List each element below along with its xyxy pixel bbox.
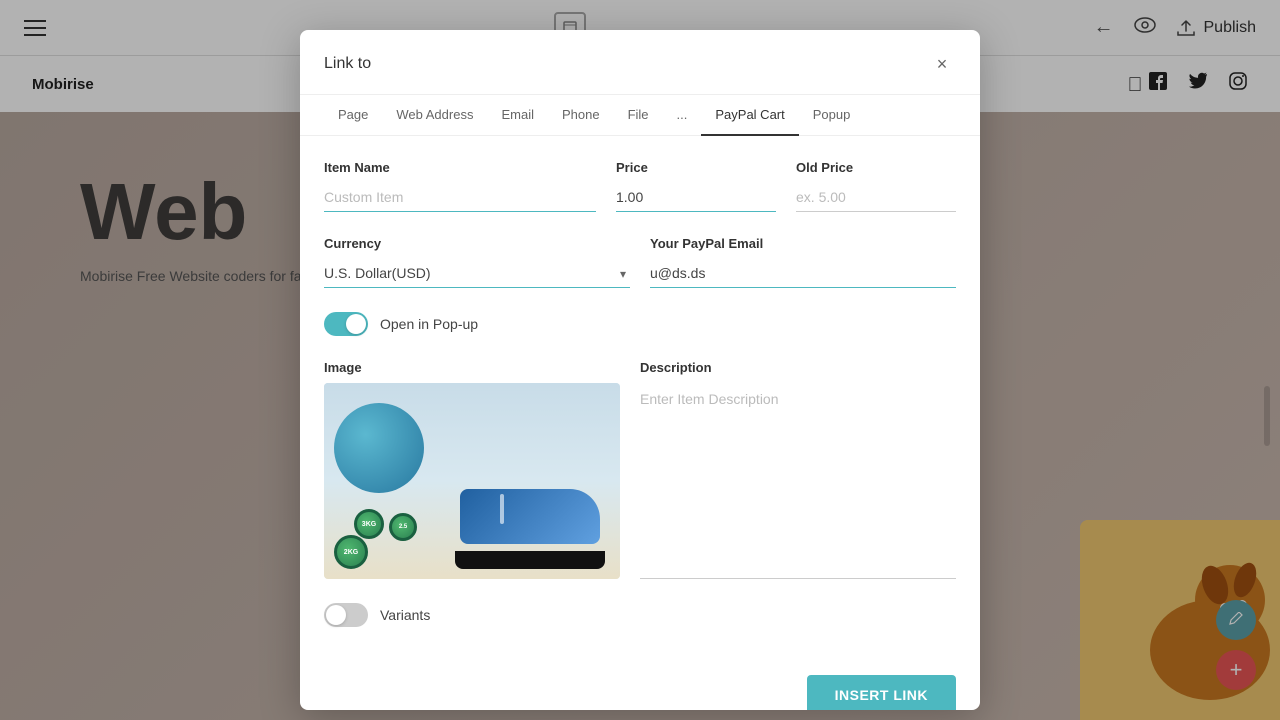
item-name-label: Item Name <box>324 160 596 175</box>
insert-link-button[interactable]: INSERT LINK <box>807 675 956 710</box>
modal-close-button[interactable]: × <box>928 50 956 78</box>
variants-label: Variants <box>380 607 430 623</box>
tab-page[interactable]: Page <box>324 95 382 136</box>
currency-group: Currency U.S. Dollar(USD) Euro(EUR) Brit… <box>324 236 630 288</box>
price-input[interactable] <box>616 183 776 212</box>
tab-email[interactable]: Email <box>487 95 548 136</box>
open-popup-toggle[interactable] <box>324 312 368 336</box>
price-group: Price <box>616 160 776 212</box>
tab-more[interactable]: ... <box>663 95 702 136</box>
form-row-1: Item Name Price Old Price <box>324 160 956 212</box>
description-section: Description <box>640 360 956 579</box>
description-textarea[interactable] <box>640 383 956 579</box>
modal-overlay: Link to × Page Web Address Email Phone F… <box>0 0 1280 720</box>
tab-web-address[interactable]: Web Address <box>382 95 487 136</box>
form-row-2: Currency U.S. Dollar(USD) Euro(EUR) Brit… <box>324 236 956 288</box>
link-to-modal: Link to × Page Web Address Email Phone F… <box>300 30 980 710</box>
tab-popup[interactable]: Popup <box>799 95 865 136</box>
tab-paypal-cart[interactable]: PayPal Cart <box>701 95 798 136</box>
paypal-email-input[interactable] <box>650 259 956 288</box>
variants-row: Variants <box>324 603 956 627</box>
close-icon: × <box>937 54 948 75</box>
old-price-input[interactable] <box>796 183 956 212</box>
weight-3kg: 3KG <box>354 509 384 539</box>
exercise-ball <box>334 403 424 493</box>
modal-footer: INSERT LINK <box>300 659 980 710</box>
item-name-group: Item Name <box>324 160 596 212</box>
modal-body: Item Name Price Old Price Currency <box>300 136 980 659</box>
modal-title: Link to <box>324 55 371 73</box>
image-desc-row: Image 3KG 2.5 2KG <box>324 360 956 579</box>
tab-phone[interactable]: Phone <box>548 95 614 136</box>
weight-bottom: 2KG <box>334 535 368 569</box>
paypal-email-label: Your PayPal Email <box>650 236 956 251</box>
tab-file[interactable]: File <box>614 95 663 136</box>
old-price-label: Old Price <box>796 160 956 175</box>
item-name-input[interactable] <box>324 183 596 212</box>
old-price-group: Old Price <box>796 160 956 212</box>
image-section: Image 3KG 2.5 2KG <box>324 360 620 579</box>
currency-label: Currency <box>324 236 630 251</box>
image-label: Image <box>324 360 620 375</box>
price-label: Price <box>616 160 776 175</box>
product-image[interactable]: 3KG 2.5 2KG <box>324 383 620 579</box>
open-popup-row: Open in Pop-up <box>324 312 956 336</box>
variants-toggle[interactable] <box>324 603 368 627</box>
open-popup-label: Open in Pop-up <box>380 316 478 332</box>
currency-select-wrapper: U.S. Dollar(USD) Euro(EUR) British Pound… <box>324 259 630 288</box>
modal-header: Link to × <box>300 30 980 95</box>
shoe <box>450 469 610 569</box>
weight-2-5kg: 2.5 <box>389 513 417 541</box>
modal-tabs: Page Web Address Email Phone File ... Pa… <box>300 95 980 136</box>
currency-select[interactable]: U.S. Dollar(USD) Euro(EUR) British Pound… <box>324 259 630 288</box>
description-label: Description <box>640 360 956 375</box>
paypal-email-group: Your PayPal Email <box>650 236 956 288</box>
